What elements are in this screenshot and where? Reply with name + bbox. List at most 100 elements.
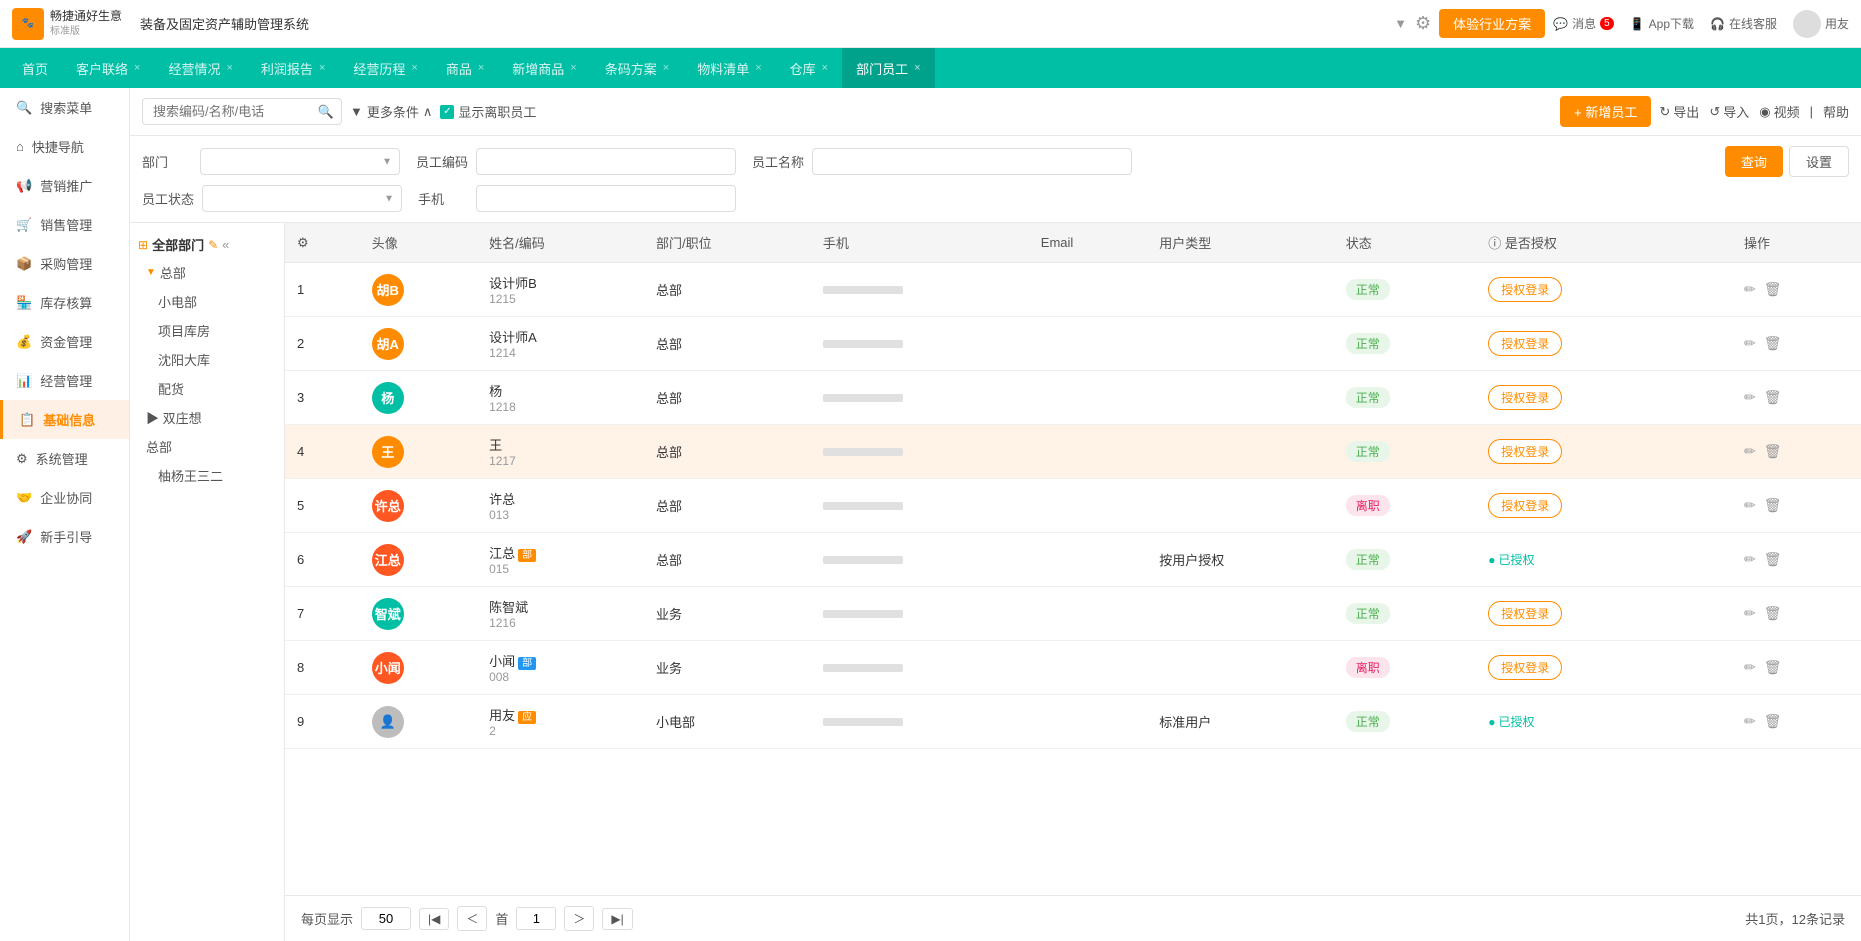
sidebar-item-搜索菜单[interactable]: 🔍搜索菜单 [0,88,129,127]
per-page-input[interactable] [361,907,411,930]
col-header-0[interactable]: ⚙ [285,223,360,263]
dept-edit-icon[interactable]: ✎ [208,238,218,252]
sidebar-item-库存核算[interactable]: 🏪库存核算 [0,283,129,322]
tab-close-icon[interactable]: × [411,62,417,74]
phone-input[interactable] [476,185,736,212]
nav-tab-仓库[interactable]: 仓库× [776,48,842,88]
row-auth[interactable]: 授权登录 [1476,317,1681,371]
settings-col-icon[interactable]: ⚙ [297,235,309,250]
nav-tab-部门员工[interactable]: 部门员工× [842,48,934,88]
sidebar-item-采购管理[interactable]: 📦采购管理 [0,244,129,283]
row-auth[interactable]: 授权登录 [1476,263,1681,317]
first-page-btn[interactable]: |◀ [419,908,449,930]
dept-all-label[interactable]: 全部部门 [152,235,204,254]
user-info-btn[interactable]: 用友 [1793,10,1849,38]
delete-button[interactable]: 🗑 [1764,551,1782,568]
nav-tab-商品[interactable]: 商品× [432,48,498,88]
tab-close-icon[interactable]: × [663,62,669,74]
sidebar-item-新手引导[interactable]: 🚀新手引导 [0,517,129,556]
edit-button[interactable]: ✏ [1744,713,1756,730]
delete-button[interactable]: 🗑 [1764,497,1782,514]
sidebar-item-营销推广[interactable]: 📢营销推广 [0,166,129,205]
nav-tab-经营情况[interactable]: 经营情况× [154,48,246,88]
edit-button[interactable]: ✏ [1744,443,1756,460]
dropdown-arrow-icon[interactable]: ▼ [1394,16,1407,31]
set-button[interactable]: 设置 [1789,146,1849,177]
sidebar-item-企业协同[interactable]: 🤝企业协同 [0,478,129,517]
search-input[interactable] [142,98,342,125]
tab-close-icon[interactable]: × [822,62,828,74]
edit-button[interactable]: ✏ [1744,605,1756,622]
sidebar-item-销售管理[interactable]: 🛒销售管理 [0,205,129,244]
row-auth[interactable]: 授权登录 [1476,479,1681,533]
auth-login-button[interactable]: 授权登录 [1488,601,1562,626]
auth-login-button[interactable]: 授权登录 [1488,655,1562,680]
dept-tree-item-柚杨王三二[interactable]: 柚杨王三二 [130,461,284,490]
edit-button[interactable]: ✏ [1744,551,1756,568]
tab-close-icon[interactable]: × [319,62,325,74]
row-auth[interactable]: 授权登录 [1476,641,1681,695]
edit-button[interactable]: ✏ [1744,497,1756,514]
row-auth[interactable]: 授权登录 [1476,371,1681,425]
nav-tab-客户联络[interactable]: 客户联络× [62,48,154,88]
sidebar-item-经营管理[interactable]: 📊经营管理 [0,361,129,400]
search-icon[interactable]: 🔍 [318,104,334,120]
auth-login-button[interactable]: 授权登录 [1488,493,1562,518]
auth-login-button[interactable]: 授权登录 [1488,331,1562,356]
edit-button[interactable]: ✏ [1744,335,1756,352]
empcode-input[interactable] [476,148,736,175]
nav-tab-条码方案[interactable]: 条码方案× [591,48,683,88]
more-conditions-btn[interactable]: ▼ 更多条件 ∧ [350,102,432,121]
export-btn[interactable]: ↻ 导出 [1659,102,1699,121]
delete-button[interactable]: 🗑 [1764,659,1782,676]
add-employee-button[interactable]: + 新增员工 [1560,96,1651,127]
edit-button[interactable]: ✏ [1744,659,1756,676]
help-label[interactable]: 帮助 [1823,102,1849,121]
tab-close-icon[interactable]: × [755,62,761,74]
delete-button[interactable]: 🗑 [1764,713,1782,730]
settings-icon[interactable]: ⚙ [1415,13,1431,34]
empname-input[interactable] [812,148,1132,175]
row-auth[interactable]: 授权登录 [1476,425,1681,479]
nav-tab-利润报告[interactable]: 利润报告× [247,48,339,88]
dept-tree-item-沈阳大库[interactable]: 沈阳大库 [130,345,284,374]
dept-tree-item-项目库房[interactable]: 项目库房 [130,316,284,345]
delete-button[interactable]: 🗑 [1764,605,1782,622]
auth-login-button[interactable]: 授权登录 [1488,439,1562,464]
delete-button[interactable]: 🗑 [1764,389,1782,406]
tab-close-icon[interactable]: × [226,62,232,74]
sidebar-item-基础信息[interactable]: 📋基础信息 [0,400,129,439]
view-btn[interactable]: ◉ 视频 [1759,102,1799,121]
sidebar-item-快捷导航[interactable]: ⌂快捷导航 [0,127,129,166]
delete-button[interactable]: 🗑 [1764,443,1782,460]
sidebar-item-系统管理[interactable]: ⚙系统管理 [0,439,129,478]
dept-collapse-icon[interactable]: « [222,237,229,252]
prev-page-btn[interactable]: ＜ [457,906,487,931]
auth-login-button[interactable]: 授权登录 [1488,385,1562,410]
nav-tab-物料清单[interactable]: 物料清单× [683,48,775,88]
tab-close-icon[interactable]: × [134,62,140,74]
edit-button[interactable]: ✏ [1744,281,1756,298]
query-button[interactable]: 查询 [1725,146,1783,177]
show-resigned-check[interactable]: ✓ 显示离职员工 [440,102,536,121]
tab-close-icon[interactable]: × [478,62,484,74]
row-auth[interactable]: 授权登录 [1476,587,1681,641]
delete-button[interactable]: 🗑 [1764,335,1782,352]
help-btn[interactable]: | [1810,104,1813,119]
last-page-btn[interactable]: ▶| [602,908,632,930]
dept-tree-item-配货[interactable]: 配货 [130,374,284,403]
auth-login-button[interactable]: 授权登录 [1488,277,1562,302]
status-select[interactable] [202,185,402,212]
sidebar-item-资金管理[interactable]: 💰资金管理 [0,322,129,361]
tab-close-icon[interactable]: × [570,62,576,74]
current-page-input[interactable] [516,907,556,930]
app-download-btn[interactable]: 📱 App下载 [1630,15,1694,32]
delete-button[interactable]: 🗑 [1764,281,1782,298]
dept-tree-item-总部[interactable]: ▼ 总部 [130,258,284,287]
nav-tab-首页[interactable]: 首页 [8,48,62,88]
message-btn[interactable]: 💬 消息 5 [1553,15,1614,32]
next-page-btn[interactable]: ＞ [564,906,594,931]
tab-close-icon[interactable]: × [914,62,920,74]
trial-button[interactable]: 体验行业方案 [1439,9,1545,38]
online-service-btn[interactable]: 🎧 在线客服 [1710,15,1777,32]
